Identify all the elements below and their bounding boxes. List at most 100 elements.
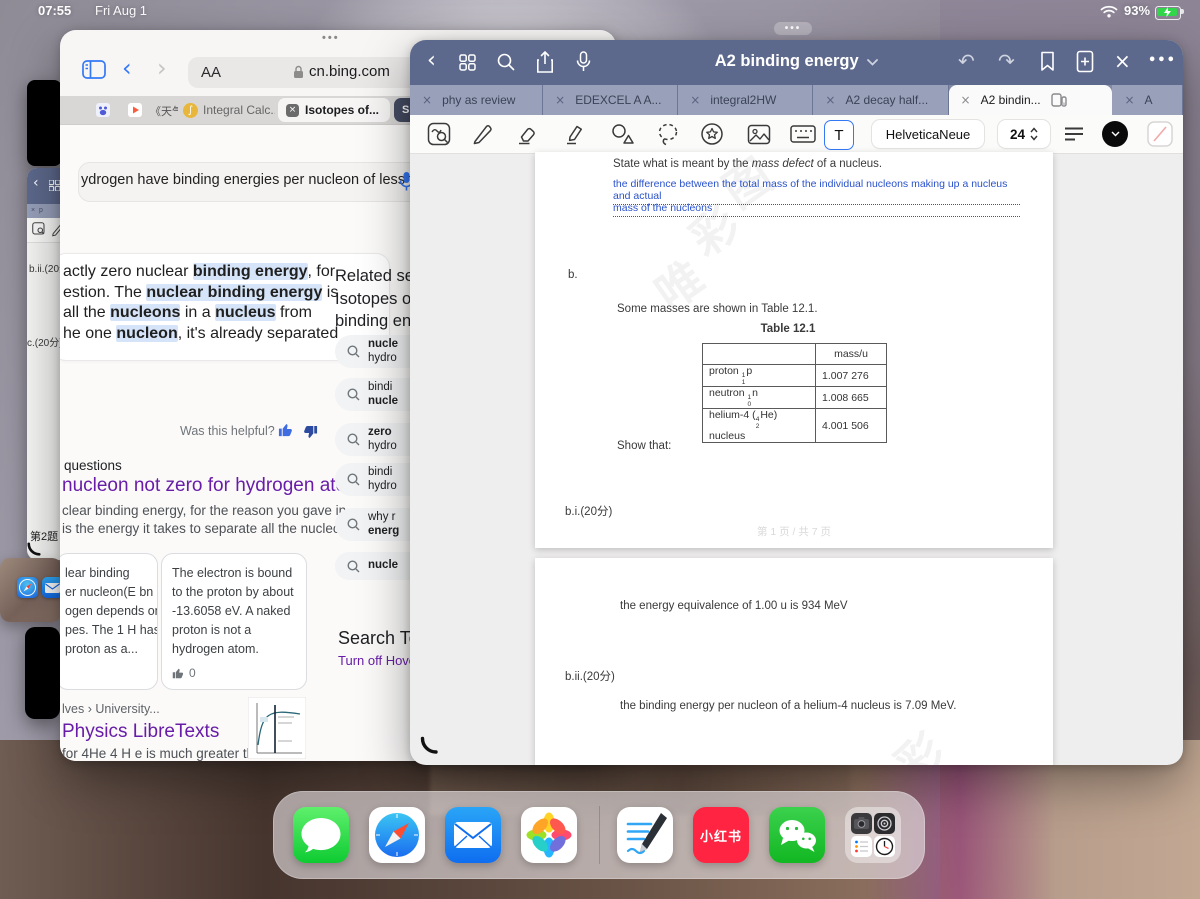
notes-tab[interactable]: × A2 decay half... [813,85,949,115]
text-tool-icon-active[interactable]: T [824,120,854,150]
like-icon[interactable] [172,667,184,679]
search-query-text: ydrogen have binding energies per nucleo… [81,172,450,188]
dock-safari-icon[interactable] [369,807,425,863]
page-curl-icon[interactable] [420,736,438,754]
tab-close-icon[interactable]: × [422,93,432,107]
fill-none-swatch[interactable] [1147,121,1173,147]
font-size-stepper[interactable]: 24 [998,120,1050,148]
safari-window-handle[interactable]: ••• [322,32,340,44]
tab-close-icon[interactable]: × [961,93,971,107]
eraser-tool-icon[interactable] [513,121,539,147]
tab-close-icon[interactable]: × [555,93,565,107]
add-page-icon[interactable] [1076,50,1094,73]
more-icon[interactable]: ••• [1148,53,1176,68]
answer-mini-card-1[interactable]: lear binding er nucleon(E bn ) ogen depe… [60,553,158,690]
notes-window: ‹ A2 binding energy ↶ ↷ × ••• × phy as r… [410,40,1183,765]
dock-goodnotes-icon[interactable] [617,807,673,863]
folder-insta-icon [874,813,895,834]
notes-tab-bar: × phy as review × EDEXCEL A A... × integral… [410,85,1183,115]
integral-favicon[interactable]: ∫ [183,102,198,118]
document-title[interactable]: A2 binding energy [410,52,1183,71]
search-icon [347,518,360,531]
card1-line: ogen depends on [65,604,157,618]
document-page-2[interactable]: the energy equivalence of 1.00 u is 934 … [535,558,1053,765]
tab-close-icon[interactable]: × [690,93,700,107]
table-value: 1.007 276 [815,364,887,387]
tieba-favicon[interactable] [96,103,110,117]
tab-close-icon[interactable]: × [825,93,835,107]
stickers-tool-icon[interactable] [699,121,725,147]
mini-grid-icon[interactable] [49,180,60,191]
forward-icon[interactable]: › [157,54,167,82]
video-favicon[interactable] [128,103,142,117]
background-app-card-top[interactable] [27,80,62,166]
table-value: 1.008 665 [815,386,887,409]
notes-tools-row: T HelveticaNeue 24 [410,115,1183,154]
background-notes-window[interactable]: ‹ × p b.ii.(20分 c.(20分) 第2题 [27,168,62,560]
card1-line: er nucleon(E bn ) [65,585,157,599]
dock-divider [599,806,600,864]
highlighter-tool-icon[interactable] [561,121,587,147]
redo-icon[interactable]: ↷ [998,49,1015,73]
mini-mail-icon[interactable] [42,577,62,598]
answer-ink-line-1: the difference between the total mass of… [613,178,1020,205]
turn-off-hover-link[interactable]: Turn off Hover [338,653,420,668]
lasso-tool-icon[interactable] [655,121,681,147]
pen-tool-icon[interactable] [470,121,496,147]
tab-integral[interactable]: Integral Calc... [203,103,275,117]
tab-close-icon[interactable]: × [1124,93,1134,107]
mini-zoomtool-icon[interactable] [32,222,47,237]
like-count: 0 [189,666,196,680]
keyboard-icon[interactable] [790,121,816,147]
sidebar-icon[interactable] [82,60,106,79]
background-home-thumbnail[interactable] [0,558,62,622]
page-overview-icon[interactable] [1050,93,1067,107]
text-align-icon[interactable] [1061,121,1087,147]
mini-back-icon[interactable]: ‹ [33,175,39,191]
reader-button[interactable]: AA [201,64,221,81]
result-thumbnail-chart[interactable] [248,697,306,759]
image-tool-icon[interactable] [746,121,772,147]
dock-xiaohongshu-icon[interactable]: 小红书 [693,807,749,863]
zoom-writing-tool-icon[interactable] [426,121,452,147]
color-picker-black[interactable] [1102,121,1128,147]
tab-isotopes-active[interactable]: × Isotopes of... [278,98,390,122]
battery-tip [1181,9,1184,14]
mini-page-curl-icon[interactable] [27,542,41,556]
dock-mail-icon[interactable] [445,807,501,863]
notes-tab[interactable]: × integral2HW [678,85,814,115]
dock-messages-icon[interactable] [293,807,349,863]
tab-weather[interactable]: 《天气 [150,103,178,119]
notes-window-handle[interactable]: ••• [774,22,812,35]
screen: 07:55 Fri Aug 1 93% ‹ × p b.ii.(20分 c.(2… [0,0,1200,899]
answer-mini-card-2[interactable]: The electron is bound to the proton by a… [161,553,307,690]
url-text: cn.bing.com [309,63,390,80]
notes-tab[interactable]: × A [1112,85,1183,115]
qa-snippet-2: is the energy it takes to separate all t… [62,521,370,536]
result-title-link[interactable]: Physics LibreTexts [62,721,219,743]
mini-safari-icon[interactable] [17,577,38,598]
dock-wechat-icon[interactable] [769,807,825,863]
font-family-chip[interactable]: HelveticaNeue [872,120,984,148]
notes-tab[interactable]: × phy as review [410,85,544,115]
mini-tab-strip[interactable]: × p [27,204,62,218]
notes-tab-active[interactable]: × A2 bindin... [948,85,1113,115]
bookmark-icon[interactable] [1040,51,1055,72]
search-icon [347,473,360,486]
thumb-down-icon[interactable] [303,425,318,440]
dock-photos-icon[interactable] [521,807,577,863]
qa-question-link[interactable]: nucleon not zero for hydrogen atom? [62,475,373,497]
masses-intro: Some masses are shown in Table 12.1. [617,303,818,315]
document-page-1[interactable]: 图 彩 唯 State what is meant by the mass de… [535,149,1053,548]
tab-close-icon[interactable]: × [286,103,299,117]
undo-icon[interactable]: ↶ [958,49,975,73]
page-footer: 第 1 页 / 共 7 页 [756,526,832,538]
dock-app-folder[interactable] [845,807,901,863]
shapes-tool-icon[interactable] [609,121,635,147]
stepper-chevrons-icon [1030,127,1038,141]
background-app-card-bottom[interactable] [25,627,60,719]
thumb-up-icon[interactable] [278,422,293,437]
close-icon[interactable]: × [1114,49,1131,73]
notes-tab[interactable]: × EDEXCEL A A... [543,85,679,115]
back-icon[interactable]: ‹ [122,54,132,82]
